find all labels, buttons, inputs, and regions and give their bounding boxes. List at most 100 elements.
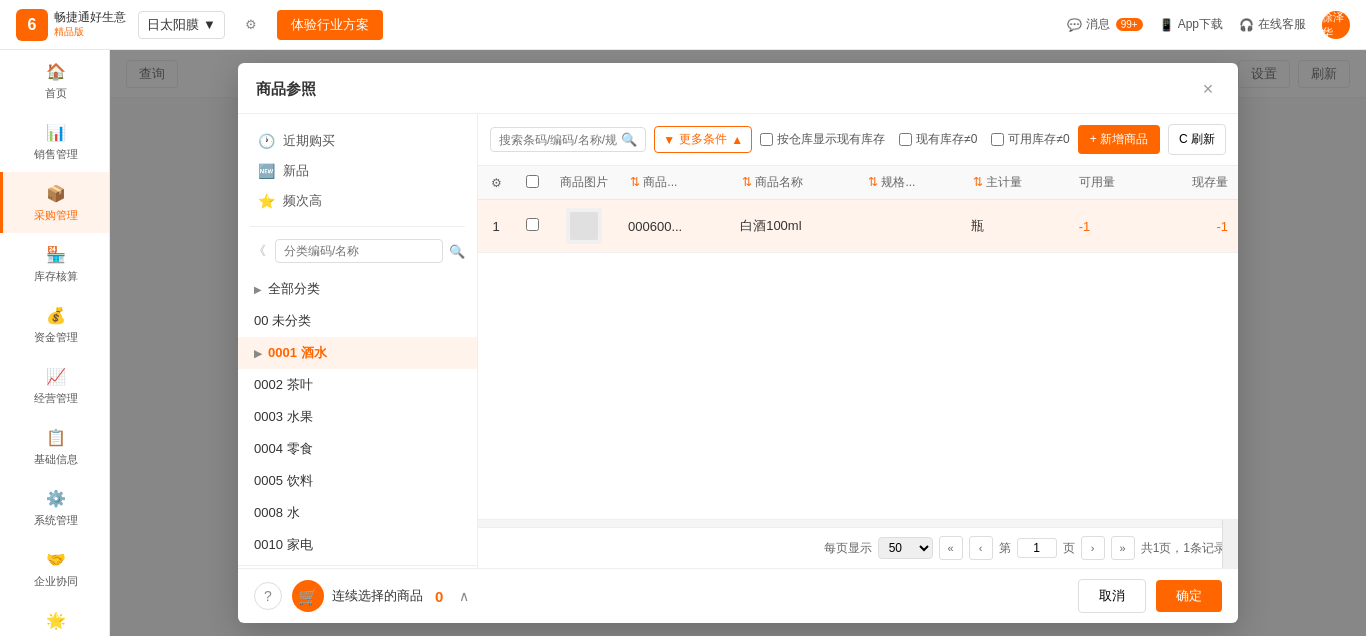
cat-item-0004[interactable]: 0004 零食 xyxy=(238,433,477,465)
sidebar-item-home[interactable]: 🏠 首页 xyxy=(0,50,109,111)
sidebar-label-base: 基础信息 xyxy=(34,452,78,467)
check-available-label[interactable]: 可用库存≠0 xyxy=(991,131,1069,148)
sales-icon: 📊 xyxy=(45,121,67,143)
row-unit: 瓶 xyxy=(961,200,1069,253)
per-page-select[interactable]: 50 20 100 xyxy=(878,537,933,559)
check-warehouse-label[interactable]: 按仓库显示现有库存 xyxy=(760,131,885,148)
sidebar-item-sales[interactable]: 📊 销售管理 xyxy=(0,111,109,172)
row-name: 白酒100ml xyxy=(730,200,856,253)
dialog-overlay: 商品参照 × 🕐 近期购买 🆕 xyxy=(110,50,1366,636)
th-available: 可用量 xyxy=(1069,166,1154,200)
category-search-input[interactable] xyxy=(275,239,443,263)
dialog-close-btn[interactable]: × xyxy=(1196,77,1220,101)
check-stock-label[interactable]: 现有库存≠0 xyxy=(899,131,977,148)
first-page-btn[interactable]: « xyxy=(939,536,963,560)
category-search-icon[interactable]: 🔍 xyxy=(449,244,465,259)
table-row[interactable]: 1 xyxy=(478,200,1238,253)
th-name[interactable]: ⇅ 商品名称 xyxy=(730,166,856,200)
sidebar-label-collab: 企业协同 xyxy=(34,574,78,589)
th-checkbox[interactable] xyxy=(514,166,550,200)
sidebar-item-operation[interactable]: 📈 经营管理 xyxy=(0,355,109,416)
logo-text: 畅捷通好生意 xyxy=(54,10,126,26)
sidebar-item-collab[interactable]: 🤝 企业协同 xyxy=(0,538,109,599)
help-btn[interactable]: ? xyxy=(254,582,282,610)
th-settings[interactable]: ⚙ xyxy=(478,166,514,200)
right-panel: 🔍 ▼ 更多条件 ▲ 按仓库显示现有库存 xyxy=(478,114,1238,568)
sidebar-item-system[interactable]: ⚙️ 系统管理 xyxy=(0,477,109,538)
sidebar-label-purchase: 采购管理 xyxy=(34,208,78,223)
row-checkbox-cell[interactable] xyxy=(514,200,550,253)
last-page-btn[interactable]: » xyxy=(1111,536,1135,560)
dialog-body: 🕐 近期购买 🆕 新品 ⭐ 频次高 xyxy=(238,114,1238,568)
gear-button[interactable]: ⚙ xyxy=(237,11,265,39)
dialog-title: 商品参照 xyxy=(256,80,316,99)
chevron-down-icon: ▼ xyxy=(203,17,216,32)
quick-link-new[interactable]: 🆕 新品 xyxy=(250,156,465,186)
row-code: 000600... xyxy=(618,200,730,253)
sidebar-item-guide[interactable]: 🌟 新手引导 xyxy=(0,599,109,636)
sidebar-item-purchase[interactable]: 📦 采购管理 xyxy=(0,172,109,233)
page-total: 共1页，1条记录 xyxy=(1141,540,1226,557)
online-service-btn[interactable]: 🎧 在线客服 xyxy=(1239,16,1306,33)
check-available-input[interactable] xyxy=(991,133,1004,146)
check-warehouse-input[interactable] xyxy=(760,133,773,146)
sidebar: 🏠 首页 📊 销售管理 📦 采购管理 🏪 库存核算 💰 资金管理 📈 经营管理 … xyxy=(0,50,110,636)
system-icon: ⚙️ xyxy=(45,487,67,509)
row-available: -1 xyxy=(1069,200,1154,253)
prev-page-btn[interactable]: ‹ xyxy=(969,536,993,560)
user-menu[interactable]: 徐泽华 xyxy=(1322,11,1350,39)
sidebar-item-inventory[interactable]: 🏪 库存核算 xyxy=(0,233,109,294)
th-code[interactable]: ⇅ 商品... xyxy=(618,166,730,200)
page-suffix-label: 页 xyxy=(1063,540,1075,557)
sidebar-label-inventory: 库存核算 xyxy=(34,269,78,284)
th-stock: 现存量 xyxy=(1153,166,1238,200)
finance-icon: 💰 xyxy=(45,304,67,326)
dialog-header: 商品参照 × xyxy=(238,63,1238,114)
page-number-input[interactable] xyxy=(1017,538,1057,558)
messages-btn[interactable]: 💬 消息 99+ xyxy=(1067,16,1143,33)
refresh-btn[interactable]: C 刷新 xyxy=(1168,124,1226,155)
cat-item-all[interactable]: ▶ 全部分类 xyxy=(238,273,477,305)
th-unit[interactable]: ⇅ 主计量 xyxy=(961,166,1069,200)
cancel-btn[interactable]: 取消 xyxy=(1078,579,1146,613)
next-page-btn[interactable]: › xyxy=(1081,536,1105,560)
app-download-btn[interactable]: 📱 App下载 xyxy=(1159,16,1223,33)
topnav: 6 畅捷通好生意 精品版 日太阳膜 ▼ ⚙ 体验行业方案 💬 消息 99+ 📱 … xyxy=(0,0,1366,50)
th-image: 商品图片 xyxy=(550,166,618,200)
cart-icon[interactable]: 🛒 xyxy=(292,580,324,612)
cat-item-00[interactable]: 00 未分类 xyxy=(238,305,477,337)
cat-item-0005[interactable]: 0005 饮料 xyxy=(238,465,477,497)
product-search-input[interactable] xyxy=(499,133,617,147)
filter-btn[interactable]: ▼ 更多条件 ▲ xyxy=(654,126,752,153)
home-icon: 🏠 xyxy=(45,60,67,82)
quick-link-frequent[interactable]: ⭐ 频次高 xyxy=(250,186,465,216)
cat-item-0003[interactable]: 0003 水果 xyxy=(238,401,477,433)
footer-collapse-btn[interactable]: ∧ xyxy=(455,584,473,608)
table-header: ⚙ 商品图片 ⇅ 商品... ⇅ 商品名称 xyxy=(478,166,1238,200)
filter-collapse-icon: ▲ xyxy=(731,133,743,147)
collapse-left-btn[interactable]: 《 xyxy=(250,241,269,261)
cat-arrow-0001: ▶ xyxy=(254,348,262,359)
toolbar-row: 🔍 ▼ 更多条件 ▲ 按仓库显示现有库存 xyxy=(478,114,1238,166)
sidebar-item-finance[interactable]: 💰 资金管理 xyxy=(0,294,109,355)
cat-item-0002[interactable]: 0002 茶叶 xyxy=(238,369,477,401)
store-selector[interactable]: 日太阳膜 ▼ xyxy=(138,11,225,39)
add-product-btn[interactable]: + 新增商品 xyxy=(1078,125,1160,154)
search-icon[interactable]: 🔍 xyxy=(621,132,637,147)
quick-link-recent[interactable]: 🕐 近期购买 xyxy=(250,126,465,156)
check-stock-input[interactable] xyxy=(899,133,912,146)
row-spec xyxy=(856,200,961,253)
product-search-bar: 🔍 xyxy=(490,127,646,152)
experience-btn[interactable]: 体验行业方案 xyxy=(277,10,383,40)
cat-item-0001[interactable]: ▶ 0001 酒水 xyxy=(238,337,477,369)
main-layout: 🏠 首页 📊 销售管理 📦 采购管理 🏪 库存核算 💰 资金管理 📈 经营管理 … xyxy=(0,50,1366,636)
confirm-btn[interactable]: 确定 xyxy=(1156,580,1222,612)
row-checkbox[interactable] xyxy=(526,218,539,231)
cat-item-0010[interactable]: 0010 家电 xyxy=(238,529,477,561)
cat-item-0008[interactable]: 0008 水 xyxy=(238,497,477,529)
select-all-checkbox[interactable] xyxy=(526,175,539,188)
sidebar-item-base[interactable]: 📋 基础信息 xyxy=(0,416,109,477)
th-spec[interactable]: ⇅ 规格... xyxy=(856,166,961,200)
filter-checkboxes: 按仓库显示现有库存 现有库存≠0 可用库存≠0 xyxy=(760,131,1070,148)
messages-badge: 99+ xyxy=(1116,18,1143,31)
